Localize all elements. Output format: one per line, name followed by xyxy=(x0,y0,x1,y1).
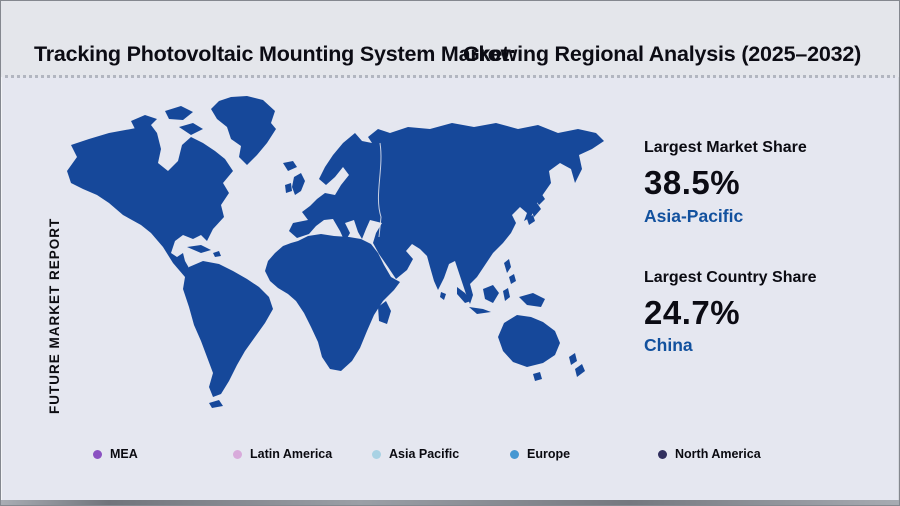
stat-value: 24.7% xyxy=(644,293,741,331)
legend-item-europe: Europe xyxy=(510,447,570,461)
world-map-svg xyxy=(67,96,604,408)
infographic-frame: Tracking Photovoltaic Mounting System Ma… xyxy=(0,0,900,506)
legend-dot xyxy=(658,449,667,459)
stat-region: Asia-Pacific xyxy=(644,205,744,226)
legend: MEA Latin America Asia Pacific Europe No… xyxy=(1,447,899,467)
stat-label: Largest Market Share xyxy=(644,139,807,156)
stat-market-share: Largest Market Share 38.5% Asia-Pacific xyxy=(644,139,889,227)
map-australia xyxy=(498,315,560,381)
legend-dot xyxy=(372,449,381,459)
legend-item-mea: MEA xyxy=(93,447,138,461)
world-map xyxy=(61,91,621,421)
map-new-zealand xyxy=(569,353,585,377)
stat-region: China xyxy=(644,335,693,356)
stat-label: Largest Country Share xyxy=(644,268,817,286)
legend-item-latin-america: Latin America xyxy=(233,447,332,461)
map-iceland xyxy=(283,161,297,171)
title-right: Growing Regional Analysis (2025–2032) xyxy=(463,42,862,66)
stats-panel: Largest Market Share 38.5% Asia-Pacific … xyxy=(644,139,889,398)
legend-label: Latin America xyxy=(250,447,333,461)
legend-label: Asia Pacific xyxy=(389,447,460,461)
title-left: Tracking Photovoltaic Mounting System Ma… xyxy=(34,42,516,66)
map-sri-lanka xyxy=(440,292,446,300)
map-philippines xyxy=(504,259,516,284)
legend-label: Europe xyxy=(527,447,571,461)
map-british-isles xyxy=(285,173,305,195)
stat-value: 38.5% xyxy=(644,164,741,201)
legend-dot xyxy=(510,449,519,459)
map-caribbean xyxy=(187,245,221,257)
map-greenland xyxy=(211,96,276,165)
legend-label: North America xyxy=(675,447,761,461)
legend-dot xyxy=(93,449,102,459)
stat-country-share: Largest Country Share 24.7% China xyxy=(644,269,889,357)
dotted-divider xyxy=(5,75,895,78)
legend-item-north-america: North America xyxy=(658,447,761,461)
legend-item-asia-pacific: Asia Pacific xyxy=(372,447,459,461)
legend-label: MEA xyxy=(110,447,138,461)
window-bottom-edge xyxy=(1,500,899,505)
legend-dot xyxy=(233,449,242,459)
map-south-america xyxy=(183,261,273,408)
